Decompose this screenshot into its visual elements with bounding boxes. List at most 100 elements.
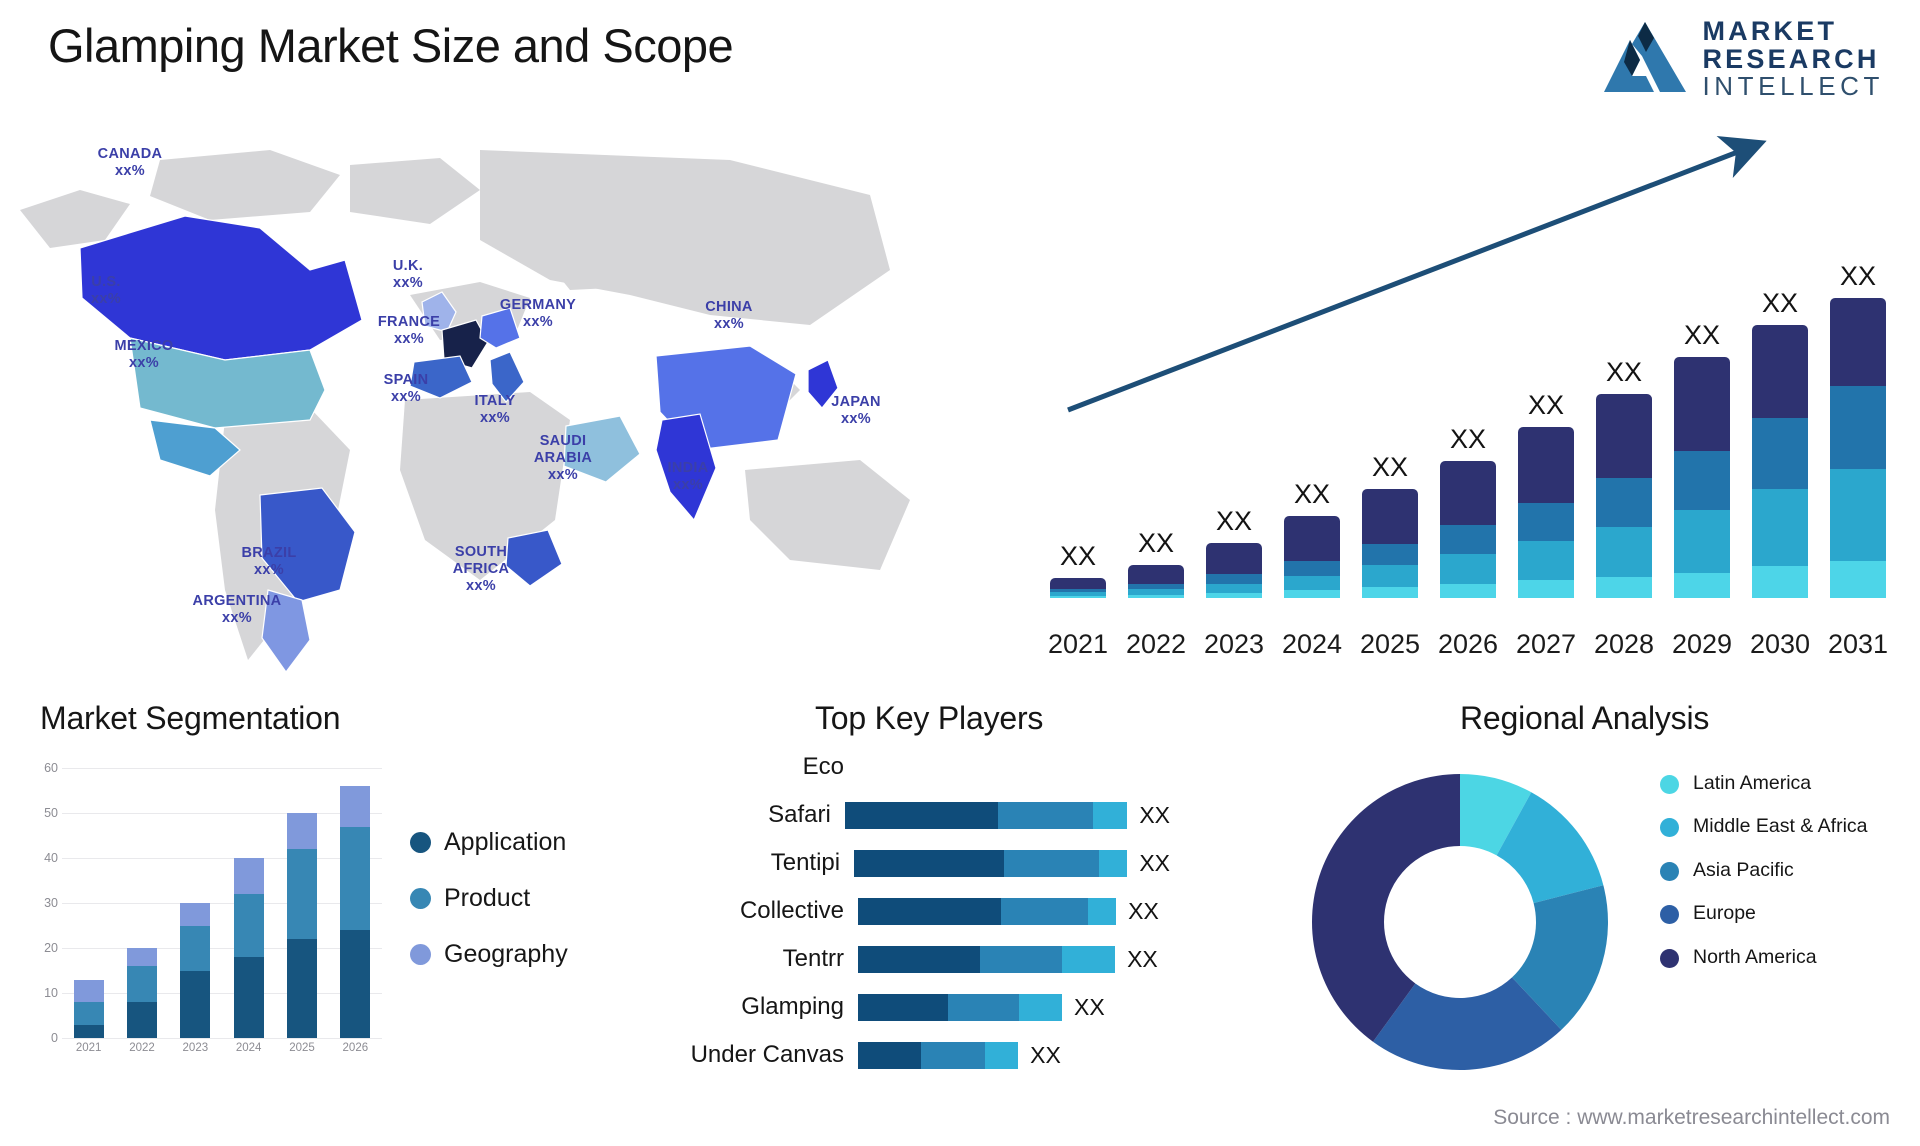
forecast-bar-segment	[1518, 427, 1574, 503]
player-bar-segment	[854, 849, 1005, 877]
regional-legend-label: Middle East & Africa	[1693, 815, 1868, 838]
forecast-bar	[1128, 565, 1184, 598]
segmentation-legend-item: Geography	[410, 940, 568, 969]
map-label-u-s: U.S. xx%	[91, 274, 121, 308]
map-label-china: CHINA xx%	[705, 299, 753, 333]
forecast-bar-segment	[1284, 576, 1340, 591]
player-bar-segment	[1004, 849, 1100, 877]
player-value-label: XX	[1127, 945, 1158, 972]
segmentation-legend-label: Product	[444, 884, 531, 912]
segmentation-x-tick: 2024	[235, 1042, 262, 1054]
forecast-year-label: 2031	[1827, 629, 1889, 659]
forecast-bar-segment	[1596, 526, 1652, 578]
forecast-bar-group: XX	[1128, 455, 1184, 598]
player-bar-segment	[858, 897, 1001, 925]
segmentation-bar-segment	[340, 786, 371, 827]
segmentation-legend: Application Product Geography	[410, 828, 568, 996]
forecast-bar-segment	[1440, 583, 1496, 598]
segmentation-bar-segment	[340, 930, 371, 1038]
forecast-bar-value: XX	[1839, 261, 1877, 291]
segmentation-bar-segment	[233, 858, 264, 894]
forecast-bar-value: XX	[1605, 357, 1643, 387]
forecast-bar-group: XX	[1674, 247, 1730, 598]
player-bar-segment	[1099, 849, 1128, 877]
player-bar-segment	[921, 1041, 985, 1069]
player-bar-segment	[1062, 945, 1116, 973]
regional-title: Regional Analysis	[1460, 700, 1710, 736]
forecast-bar-segment	[1284, 590, 1340, 598]
player-bar-segment	[947, 993, 1020, 1021]
forecast-bar-segment	[1206, 573, 1262, 584]
segmentation-bar-segment	[340, 826, 371, 930]
segmentation-bar	[233, 858, 264, 1038]
legend-color-swatch	[1660, 818, 1679, 838]
logo-line-3: INTELLECT	[1702, 71, 1884, 102]
player-bar	[844, 801, 1128, 829]
player-bar	[858, 945, 1116, 973]
segmentation-y-tick: 30	[44, 896, 58, 910]
forecast-bar-segment	[1206, 543, 1262, 574]
player-bar-segment	[1087, 897, 1117, 925]
segmentation-bar-segment	[287, 813, 317, 849]
legend-color-swatch	[1660, 775, 1679, 794]
forecast-bar-value: XX	[1683, 320, 1721, 350]
map-label-france: FRANCE xx%	[377, 314, 441, 348]
player-row: Tentrr XX	[640, 944, 1170, 974]
forecast-year-label: 2021	[1047, 629, 1109, 659]
forecast-bar-segment	[1440, 461, 1496, 525]
forecast-bar-value: XX	[1527, 390, 1565, 420]
forecast-bar-segment	[1440, 554, 1496, 584]
regional-legend-item: Asia Pacific	[1660, 859, 1910, 882]
player-value-label: XX	[1074, 993, 1105, 1020]
segmentation-bar-segment	[287, 849, 317, 939]
player-row: Collective XX	[640, 896, 1170, 926]
forecast-bar-segment	[1674, 451, 1730, 511]
world-map: CANADA xx% U.S. xx% MEXICO xx% BRAZIL xx% AR…	[10, 120, 1010, 680]
segmentation-bar-segment	[287, 939, 317, 1038]
forecast-bar	[1362, 489, 1418, 598]
forecast-bar-segment	[1362, 565, 1418, 588]
player-bar	[858, 897, 1117, 925]
segmentation-bar-segment	[180, 903, 211, 926]
player-row: Eco	[640, 752, 1170, 782]
segmentation-gridline	[62, 993, 382, 994]
regional-legend-item: Europe	[1660, 902, 1910, 925]
forecast-year-label: 2022	[1125, 629, 1187, 659]
forecast-bar-group: XX	[1830, 188, 1886, 598]
top-key-players-section: Top Key Players Eco Safari XX Tentipi XX Coll…	[640, 700, 1170, 1130]
segmentation-bar-segment	[73, 1024, 104, 1038]
forecast-bar	[1284, 516, 1340, 598]
segmentation-y-tick: 20	[44, 941, 58, 955]
segmentation-y-tick: 40	[44, 851, 58, 865]
forecast-bar-group: XX	[1206, 433, 1262, 598]
segmentation-x-tick: 2023	[182, 1042, 209, 1054]
forecast-bar-segment	[1362, 489, 1418, 544]
forecast-year-label: 2026	[1437, 629, 1499, 659]
forecast-bar-value: XX	[1215, 506, 1253, 536]
forecast-bar-segment	[1128, 565, 1184, 584]
segmentation-legend-item: Application	[410, 828, 568, 857]
forecast-bar	[1752, 325, 1808, 598]
regional-legend-label: Europe	[1693, 902, 1756, 925]
segmentation-x-tick: 2022	[129, 1042, 155, 1054]
forecast-bar-group: XX	[1284, 406, 1340, 598]
map-label-mexico: MEXICO xx%	[114, 338, 174, 372]
segmentation-bar-segment	[233, 894, 264, 957]
segmentation-y-tick: 50	[44, 806, 58, 820]
player-bar	[858, 1041, 1019, 1069]
regional-legend-label: Latin America	[1693, 772, 1812, 794]
forecast-bar-segment	[1596, 394, 1652, 479]
forecast-bar-segment	[1362, 543, 1418, 566]
forecast-bar	[1518, 427, 1574, 598]
player-value-label: XX	[1030, 1041, 1061, 1068]
segmentation-legend-label: Application	[444, 828, 567, 856]
players-title: Top Key Players	[815, 700, 1044, 736]
segmentation-gridline	[62, 1038, 382, 1039]
legend-color-swatch	[1660, 948, 1679, 968]
segmentation-gridline	[62, 858, 382, 859]
segmentation-gridline	[62, 813, 382, 814]
forecast-bar-segment	[1050, 595, 1106, 598]
forecast-year-label: 2028	[1593, 629, 1655, 659]
map-label-india: INDIA xx%	[667, 460, 709, 494]
forecast-bar-value: XX	[1293, 479, 1331, 509]
